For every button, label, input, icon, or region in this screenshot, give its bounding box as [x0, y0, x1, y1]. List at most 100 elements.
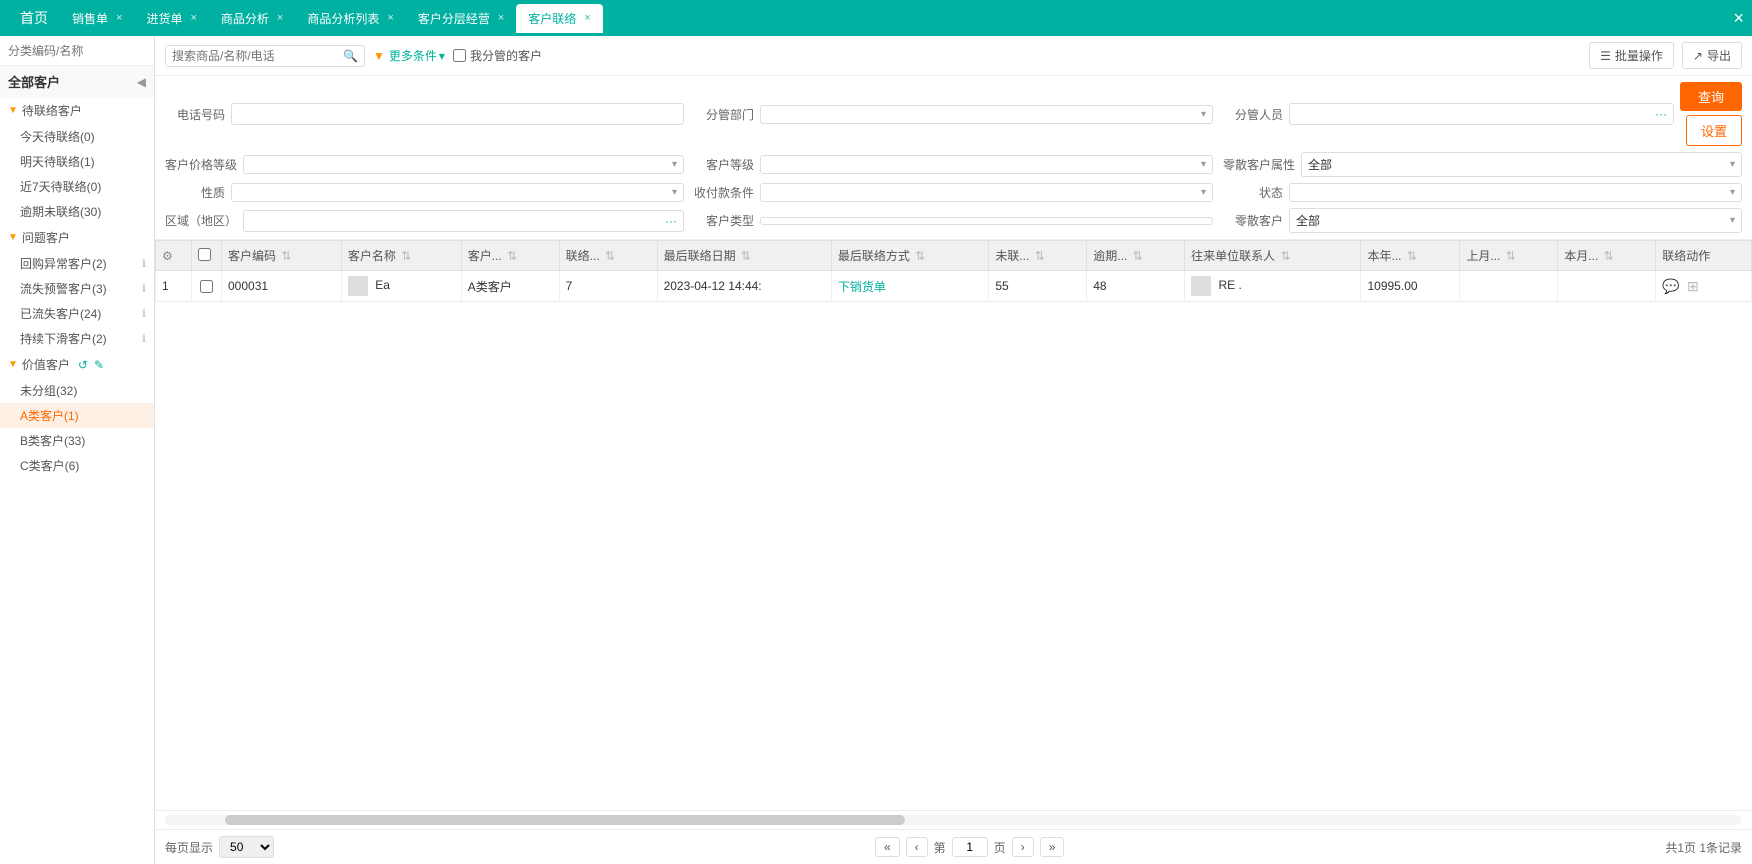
th-contact-count-sort: ⇅ — [605, 249, 615, 263]
value-refresh-icon[interactable]: ↺ — [78, 358, 88, 372]
sidebar-item-declining[interactable]: 持续下滑客户(2) ℹ — [0, 326, 154, 351]
close-customer-layer-tab[interactable]: × — [498, 12, 504, 24]
sidebar-item-7day-pending[interactable]: 近7天待联络(0) — [0, 174, 154, 199]
first-page-btn[interactable]: « — [875, 837, 900, 857]
sidebar-item-a-class[interactable]: A类客户(1) — [0, 403, 154, 428]
sidebar-item-overdue-pending[interactable]: 逾期未联络(30) — [0, 199, 154, 224]
retail-select[interactable]: 全部 ▾ — [1289, 208, 1742, 233]
sidebar-group-problem[interactable]: ▼ 问题客户 — [0, 224, 154, 251]
filter-search-icon: 🔍 — [343, 49, 358, 63]
phone-input[interactable] — [231, 103, 684, 125]
th-ctype-label: 客户... — [468, 249, 502, 263]
per-page-select[interactable]: 50 100 — [219, 836, 274, 858]
th-last-date[interactable]: 最后联络日期 ⇅ — [657, 241, 831, 271]
window-close-btn[interactable]: × — [1733, 8, 1744, 29]
customer-type-select[interactable] — [760, 217, 1213, 225]
chat-icon[interactable]: 💬 — [1662, 278, 1679, 294]
th-contact-count[interactable]: 联络... ⇅ — [559, 241, 657, 271]
settings-btn[interactable]: 设置 — [1686, 115, 1742, 146]
th-this-year[interactable]: 本年... ⇅ — [1361, 241, 1460, 271]
nav-tab-goods-analysis-list[interactable]: 商品分析列表 × — [295, 4, 405, 33]
status-select[interactable]: ▾ — [1289, 183, 1742, 202]
table-settings-icon[interactable]: ⚙ — [162, 249, 173, 263]
region-dots[interactable]: ··· — [665, 214, 677, 228]
sidebar-item-ungrouped[interactable]: 未分组(32) — [0, 378, 154, 403]
nav-tab-customer-layer[interactable]: 客户分层经营 × — [406, 4, 516, 33]
my-customers-checkbox-label[interactable]: 我分管的客户 — [453, 47, 542, 64]
nav-tab-goods-analysis[interactable]: 商品分析 × — [209, 4, 295, 33]
close-purchase-tab[interactable]: × — [190, 12, 196, 24]
sidebar-item-c-class[interactable]: C类客户(6) — [0, 453, 154, 478]
sidebar-item-tomorrow-pending-label: 明天待联络(1) — [20, 153, 146, 170]
th-this-year-sort: ⇅ — [1407, 249, 1417, 263]
dept-select[interactable]: ▾ — [760, 105, 1213, 124]
filter-more-btn[interactable]: ▼ 更多条件 ▾ — [373, 47, 445, 64]
person-dots[interactable]: ··· — [1655, 107, 1667, 121]
close-customer-contact-tab[interactable]: × — [584, 12, 590, 24]
info-icon-3: ℹ — [142, 332, 146, 345]
sidebar-item-today-pending[interactable]: 今天待联络(0) — [0, 124, 154, 149]
sidebar-item-churn-warning[interactable]: 流失预警客户(3) ℹ — [0, 276, 154, 301]
customer-level-select[interactable]: ▾ — [760, 155, 1213, 174]
sidebar-all-customers[interactable]: 全部客户 ◀ — [0, 66, 154, 97]
th-this-month[interactable]: 本月... ⇅ — [1558, 241, 1656, 271]
nav-tab-home[interactable]: 首页 — [8, 2, 60, 34]
my-customers-checkbox[interactable] — [453, 49, 466, 62]
th-not-contact[interactable]: 未联... ⇅ — [989, 241, 1087, 271]
person-select[interactable]: ··· — [1289, 103, 1674, 125]
sidebar-item-churned[interactable]: 已流失客户(24) ℹ — [0, 301, 154, 326]
th-last-month[interactable]: 上月... ⇅ — [1460, 241, 1558, 271]
sidebar-item-b-class[interactable]: B类客户(33) — [0, 428, 154, 453]
th-company-contact[interactable]: 往来单位联系人 ⇅ — [1185, 241, 1361, 271]
info-icon-2: ℹ — [142, 307, 146, 320]
sidebar-item-repurchase-abnormal[interactable]: 回购异常客户(2) ℹ — [0, 251, 154, 276]
close-sales-tab[interactable]: × — [116, 12, 122, 24]
scroll-thumb[interactable] — [225, 815, 905, 825]
nav-tab-sales[interactable]: 销售单 × — [60, 4, 134, 33]
pagination: 每页显示 50 100 « ‹ 第 页 › » 共1页 1条记录 — [155, 829, 1752, 864]
payment-select[interactable]: ▾ — [760, 183, 1213, 202]
row-contact-avatar — [1191, 276, 1211, 296]
filter-row-gender: 性质 ▾ — [165, 183, 684, 202]
filter-row-status: 状态 ▾ — [1223, 183, 1742, 202]
sidebar-item-tomorrow-pending[interactable]: 明天待联络(1) — [0, 149, 154, 174]
th-ctype[interactable]: 客户... ⇅ — [461, 241, 559, 271]
sidebar-group-pending[interactable]: ▼ 待联络客户 — [0, 97, 154, 124]
sidebar-item-a-class-label: A类客户(1) — [20, 407, 146, 424]
nav-tab-purchase[interactable]: 进货单 × — [134, 4, 208, 33]
retail-attr-select[interactable]: 全部 ▾ — [1301, 152, 1742, 177]
page-input[interactable] — [952, 837, 988, 857]
next-page-btn[interactable]: › — [1012, 837, 1034, 857]
qr-icon[interactable]: ⊞ — [1687, 278, 1699, 294]
price-level-select[interactable]: ▾ — [243, 155, 684, 174]
row-checkbox[interactable] — [200, 280, 213, 293]
close-goods-analysis-list-tab[interactable]: × — [387, 12, 393, 24]
th-name[interactable]: 客户名称 ⇅ — [341, 241, 461, 271]
nav-tab-customer-contact[interactable]: 客户联络 × — [516, 4, 602, 33]
close-goods-analysis-tab[interactable]: × — [277, 12, 283, 24]
row-overdue: 48 — [1087, 271, 1185, 302]
th-not-contact-label: 未联... — [995, 249, 1029, 263]
scroll-track[interactable] — [165, 815, 1742, 825]
export-btn[interactable]: ↗ 导出 — [1682, 42, 1742, 69]
prev-page-btn[interactable]: ‹ — [906, 837, 928, 857]
th-settings[interactable]: ⚙ — [156, 241, 192, 271]
region-select[interactable]: ··· — [243, 210, 684, 232]
filter-search-input[interactable] — [172, 49, 343, 63]
query-btn[interactable]: 查询 — [1680, 82, 1742, 111]
th-last-method[interactable]: 最后联络方式 ⇅ — [831, 241, 989, 271]
last-page-btn[interactable]: » — [1040, 837, 1065, 857]
th-name-sort: ⇅ — [401, 249, 411, 263]
sidebar-group-value[interactable]: ▼ 价值客户 ↺ ✎ — [0, 351, 154, 378]
row-last-method[interactable]: 下销货单 — [831, 271, 989, 302]
sidebar-search-input[interactable] — [8, 44, 155, 58]
th-overdue-label: 逾期... — [1093, 249, 1127, 263]
row-name-text: Ea — [375, 278, 390, 292]
select-all-checkbox[interactable] — [198, 248, 211, 261]
row-last-method-link[interactable]: 下销货单 — [838, 280, 886, 294]
batch-op-btn[interactable]: ☰ 批量操作 — [1589, 42, 1674, 69]
th-code[interactable]: 客户编码 ⇅ — [222, 241, 342, 271]
value-settings-icon[interactable]: ✎ — [94, 358, 104, 372]
gender-select[interactable]: ▾ — [231, 183, 684, 202]
th-overdue[interactable]: 逾期... ⇅ — [1087, 241, 1185, 271]
